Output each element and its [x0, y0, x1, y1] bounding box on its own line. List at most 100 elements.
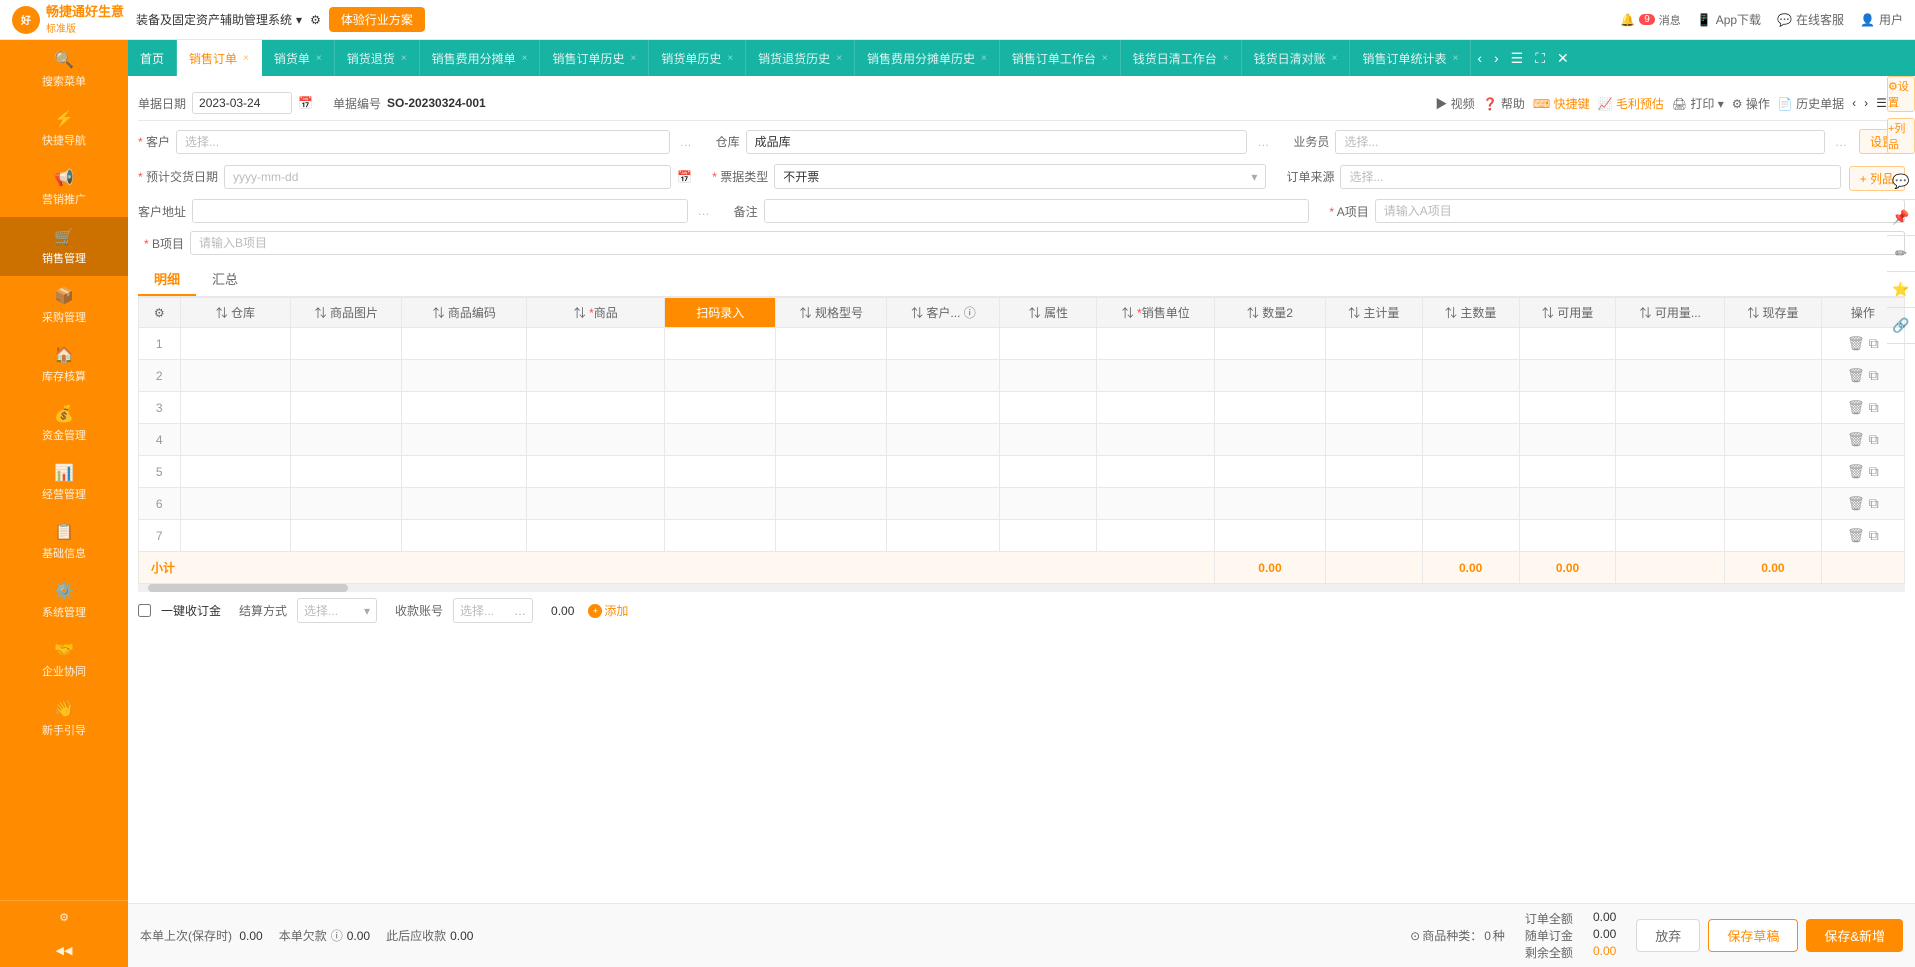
- address-input[interactable]: [192, 199, 688, 223]
- row-stock[interactable]: [1724, 456, 1821, 488]
- rsp-btn-1[interactable]: 💬: [1887, 164, 1915, 200]
- row-unit[interactable]: [1097, 328, 1215, 360]
- dropdown-icon[interactable]: ▾: [1251, 170, 1257, 184]
- sidebar-item-finance[interactable]: 💰 资金管理: [0, 394, 128, 453]
- sidebar-settings-button[interactable]: ⚙: [0, 901, 128, 934]
- online-service-button[interactable]: 💬 在线客服: [1777, 11, 1844, 28]
- action-print[interactable]: 🖨 打印 ▾: [1672, 95, 1724, 112]
- row-qty2[interactable]: [1215, 392, 1326, 424]
- row-spec[interactable]: [776, 424, 887, 456]
- row-available2[interactable]: [1616, 488, 1724, 520]
- sidebar-item-sales[interactable]: 🛒 销售管理: [0, 217, 128, 276]
- row-spec[interactable]: [776, 520, 887, 552]
- solution-button[interactable]: 体验行业方案: [329, 7, 425, 32]
- rsp-addcol-button[interactable]: +列品: [1887, 118, 1915, 154]
- row-available2[interactable]: [1616, 328, 1724, 360]
- row-main-qty[interactable]: [1422, 424, 1519, 456]
- tab-close-expense[interactable]: ×: [522, 53, 528, 64]
- warehouse-input[interactable]: [746, 130, 1248, 154]
- warehouse-more-btn[interactable]: …: [1253, 135, 1273, 149]
- row-attr[interactable]: [1000, 520, 1097, 552]
- row-main-unit[interactable]: [1325, 328, 1422, 360]
- calendar-icon[interactable]: 📅: [298, 96, 313, 110]
- row-main-unit[interactable]: [1325, 520, 1422, 552]
- tab-close-sales-invoice[interactable]: ×: [316, 53, 322, 64]
- tab-reconcile[interactable]: 钱货日清对账 ×: [1242, 40, 1351, 76]
- row-customer-ref[interactable]: [887, 392, 1000, 424]
- row-available2[interactable]: [1616, 456, 1724, 488]
- row-stock[interactable]: [1724, 520, 1821, 552]
- row-available2[interactable]: [1616, 520, 1724, 552]
- row-code[interactable]: [402, 328, 527, 360]
- tab-detail[interactable]: 明细: [138, 263, 196, 296]
- row-unit[interactable]: [1097, 456, 1215, 488]
- row-available[interactable]: [1519, 456, 1616, 488]
- sidebar-item-basic[interactable]: 📋 基础信息: [0, 512, 128, 571]
- rsp-btn-2[interactable]: 📌: [1887, 200, 1915, 236]
- row-copy-btn[interactable]: ⧉: [1869, 431, 1879, 448]
- row-qty2[interactable]: [1215, 488, 1326, 520]
- delivery-input[interactable]: [224, 165, 671, 189]
- row-main-qty[interactable]: [1422, 328, 1519, 360]
- row-main-unit[interactable]: [1325, 456, 1422, 488]
- row-main-unit[interactable]: [1325, 392, 1422, 424]
- rsp-btn-4[interactable]: ⭐: [1887, 272, 1915, 308]
- tab-fullscreen-button[interactable]: ⛶: [1529, 50, 1551, 67]
- user-button[interactable]: 👤 用户: [1860, 11, 1903, 28]
- tab-summary[interactable]: 汇总: [196, 263, 254, 296]
- row-customer-ref[interactable]: [887, 456, 1000, 488]
- action-video[interactable]: ▶ 视频: [1435, 95, 1474, 112]
- row-available[interactable]: [1519, 520, 1616, 552]
- row-unit[interactable]: [1097, 488, 1215, 520]
- tab-close-stats[interactable]: ×: [1452, 53, 1458, 64]
- row-product[interactable]: [527, 488, 665, 520]
- row-product[interactable]: [527, 456, 665, 488]
- row-warehouse[interactable]: [180, 488, 291, 520]
- calendar2-icon[interactable]: 📅: [677, 170, 692, 184]
- settings-icon[interactable]: ⚙: [310, 13, 321, 27]
- row-qty2[interactable]: [1215, 456, 1326, 488]
- row-main-unit[interactable]: [1325, 424, 1422, 456]
- row-delete-btn[interactable]: 🗑: [1847, 367, 1865, 384]
- payment-dropdown-icon[interactable]: ▾: [364, 604, 370, 618]
- tab-close-expense-history[interactable]: ×: [981, 53, 987, 64]
- customer-more-btn[interactable]: …: [676, 135, 696, 149]
- deposit-checkbox[interactable]: [138, 604, 151, 617]
- row-delete-btn[interactable]: 🗑: [1847, 495, 1865, 512]
- row-qty2[interactable]: [1215, 520, 1326, 552]
- row-delete-btn[interactable]: 🗑: [1847, 399, 1865, 416]
- row-main-qty[interactable]: [1422, 520, 1519, 552]
- row-customer-ref[interactable]: [887, 488, 1000, 520]
- sidebar-item-system[interactable]: ⚙️ 系统管理: [0, 571, 128, 630]
- row-main-qty[interactable]: [1422, 360, 1519, 392]
- message-button[interactable]: 🔔 9 🔔 消息: [1620, 12, 1681, 28]
- note-input[interactable]: [764, 199, 1310, 223]
- sidebar-item-newuser[interactable]: 👋 新手引导: [0, 689, 128, 748]
- action-help[interactable]: ❓ 帮助: [1483, 95, 1525, 112]
- tab-close-sales-order[interactable]: ×: [243, 53, 249, 64]
- action-profit[interactable]: 📈 毛利预估: [1598, 95, 1664, 112]
- row-copy-btn[interactable]: ⧉: [1869, 463, 1879, 480]
- address-more-btn[interactable]: …: [694, 204, 714, 218]
- horizontal-scrollbar[interactable]: [138, 584, 1905, 592]
- customer-input[interactable]: [176, 130, 670, 154]
- tab-close-reconcile[interactable]: ×: [1332, 53, 1338, 64]
- tab-sales-invoice[interactable]: 销货单 ×: [262, 40, 335, 76]
- row-copy-btn[interactable]: ⧉: [1869, 399, 1879, 416]
- row-stock[interactable]: [1724, 360, 1821, 392]
- tab-return[interactable]: 销货退货 ×: [335, 40, 420, 76]
- row-stock[interactable]: [1724, 328, 1821, 360]
- nav-prev-icon[interactable]: ‹: [1852, 96, 1856, 110]
- row-main-unit[interactable]: [1325, 488, 1422, 520]
- row-main-qty[interactable]: [1422, 488, 1519, 520]
- order-source-input[interactable]: [1340, 165, 1840, 189]
- account-more-btn[interactable]: …: [514, 604, 526, 618]
- row-code[interactable]: [402, 360, 527, 392]
- row-code[interactable]: [402, 392, 527, 424]
- row-customer-ref[interactable]: [887, 424, 1000, 456]
- row-warehouse[interactable]: [180, 424, 291, 456]
- row-spec[interactable]: [776, 488, 887, 520]
- row-copy-btn[interactable]: ⧉: [1869, 367, 1879, 384]
- row-main-unit[interactable]: [1325, 360, 1422, 392]
- tab-close-workbench[interactable]: ×: [1102, 53, 1108, 64]
